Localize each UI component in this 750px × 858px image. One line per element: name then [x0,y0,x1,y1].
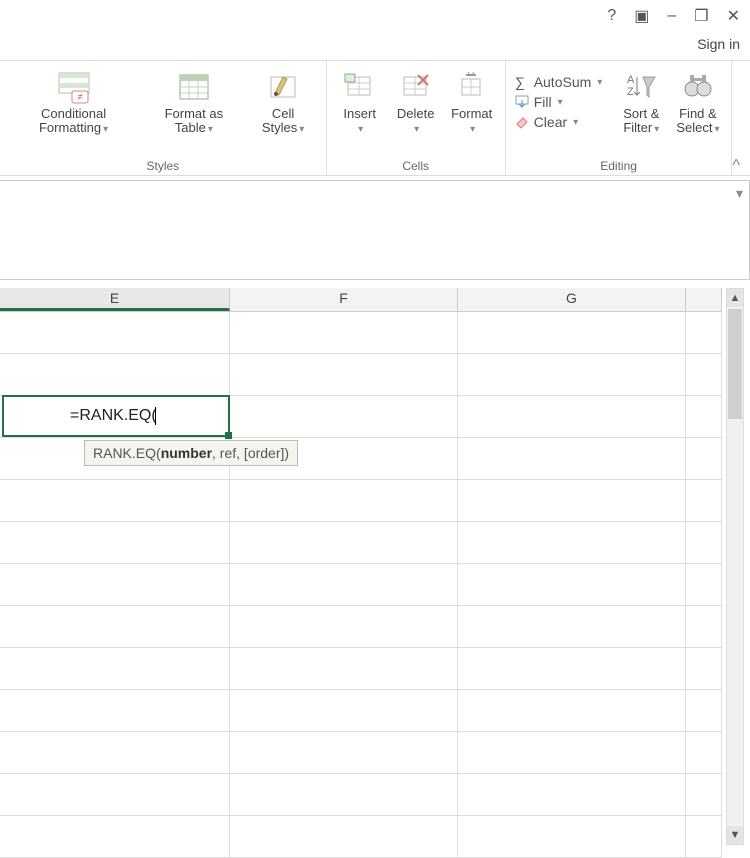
collapse-ribbon-button[interactable]: ^ [732,61,750,175]
active-cell-value: =RANK.EQ( [70,407,157,425]
cell-styles-icon [265,69,301,105]
find-select-button[interactable]: Find & Select▾ [672,67,723,138]
column-header-blank[interactable] [686,288,722,311]
fill-label: Fill [534,94,552,110]
format-as-table-label: Format as Table [165,106,224,135]
column-header-G[interactable]: G [458,288,686,311]
restore-icon[interactable]: ❐ [694,6,708,26]
format-label: Format [451,106,492,121]
autosum-label: AutoSum [534,74,592,90]
signin-link[interactable]: Sign in [697,36,740,52]
text-cursor [155,407,156,425]
svg-text:Z: Z [627,86,634,98]
conditional-formatting-icon: ≠ [56,69,92,105]
cell-styles-button[interactable]: Cell Styles▾ [249,67,318,138]
close-icon[interactable]: ✕ [727,6,740,26]
scroll-thumb[interactable] [728,309,742,419]
expand-formula-bar-icon[interactable]: ▾ [736,185,743,202]
group-styles: ≠ Conditional Formatting▾ Format as Tabl… [0,61,327,175]
delete-label: Delete [397,106,435,121]
conditional-formatting-button[interactable]: ≠ Conditional Formatting▾ [8,67,139,138]
dropdown-caret-icon: ▾ [573,117,578,128]
function-tooltip[interactable]: RANK.EQ(number, ref, [order]) [84,440,298,466]
format-as-table-icon [176,69,212,105]
format-cells-icon [454,69,490,105]
svg-text:A: A [627,74,635,86]
svg-text:≠: ≠ [77,92,83,103]
ribbon-display-options-icon[interactable]: ▣ [634,6,649,26]
insert-button[interactable]: Insert ▾ [335,67,385,138]
clear-button[interactable]: Clear ▾ [514,114,603,130]
sort-filter-icon: A Z [623,69,659,105]
clear-label: Clear [534,114,567,130]
group-label-cells: Cells [402,155,429,173]
fill-button[interactable]: Fill ▾ [514,94,603,110]
fill-down-icon [514,94,530,110]
find-select-label: Find & Select [676,106,716,135]
dropdown-caret-icon: ▾ [654,124,659,135]
vertical-scrollbar[interactable]: ▲ ▼ [726,288,744,845]
worksheet-grid[interactable]: E F G =RANK.EQ( RANK.EQ(number, ref, [or… [0,288,722,851]
group-editing: ∑ AutoSum ▾ Fill ▾ Clear ▾ A Z [506,61,733,175]
scroll-down-icon[interactable]: ▼ [727,826,743,844]
conditional-formatting-label: Conditional Formatting [39,106,106,135]
column-headers: E F G [0,288,722,312]
sigma-icon: ∑ [514,74,530,90]
cell-styles-label: Cell Styles [262,106,297,135]
dropdown-caret-icon: ▾ [597,77,602,88]
dropdown-caret-icon: ▾ [358,124,363,135]
dropdown-caret-icon: ▾ [714,124,719,135]
dropdown-caret-icon: ▾ [558,97,563,108]
svg-text:∑: ∑ [515,74,525,90]
group-label-styles: Styles [147,155,180,173]
dropdown-caret-icon: ▾ [208,124,213,135]
column-header-F[interactable]: F [230,288,458,311]
minimize-icon[interactable]: – [667,7,676,25]
binoculars-icon [680,69,716,105]
help-icon[interactable]: ? [607,7,616,25]
group-label-editing: Editing [600,155,637,173]
column-header-E[interactable]: E [0,288,230,311]
window-controls: ? ▣ – ❐ ✕ [607,6,740,26]
ribbon: ≠ Conditional Formatting▾ Format as Tabl… [0,60,750,176]
insert-cells-icon [342,69,378,105]
fill-handle[interactable] [225,432,232,439]
sort-filter-button[interactable]: A Z Sort & Filter▾ [616,67,666,138]
tooltip-current-arg[interactable]: number [161,445,212,461]
dropdown-caret-icon: ▾ [299,124,304,135]
dropdown-caret-icon: ▾ [470,124,475,135]
formula-bar[interactable]: ▾ [0,180,750,280]
format-button[interactable]: Format ▾ [447,67,497,138]
active-cell[interactable]: =RANK.EQ( [2,395,230,437]
delete-button[interactable]: Delete ▾ [391,67,441,138]
eraser-icon [514,114,530,130]
tooltip-rest: , ref, [order]) [212,445,289,461]
dropdown-caret-icon: ▾ [414,124,419,135]
autosum-button[interactable]: ∑ AutoSum ▾ [514,74,603,90]
dropdown-caret-icon: ▾ [103,124,108,135]
tooltip-fn: RANK.EQ [93,445,156,461]
insert-label: Insert [343,106,376,121]
group-cells: Insert ▾ Delete ▾ [327,61,506,175]
delete-cells-icon [398,69,434,105]
scroll-up-icon[interactable]: ▲ [727,289,743,307]
format-as-table-button[interactable]: Format as Table▾ [145,67,242,138]
